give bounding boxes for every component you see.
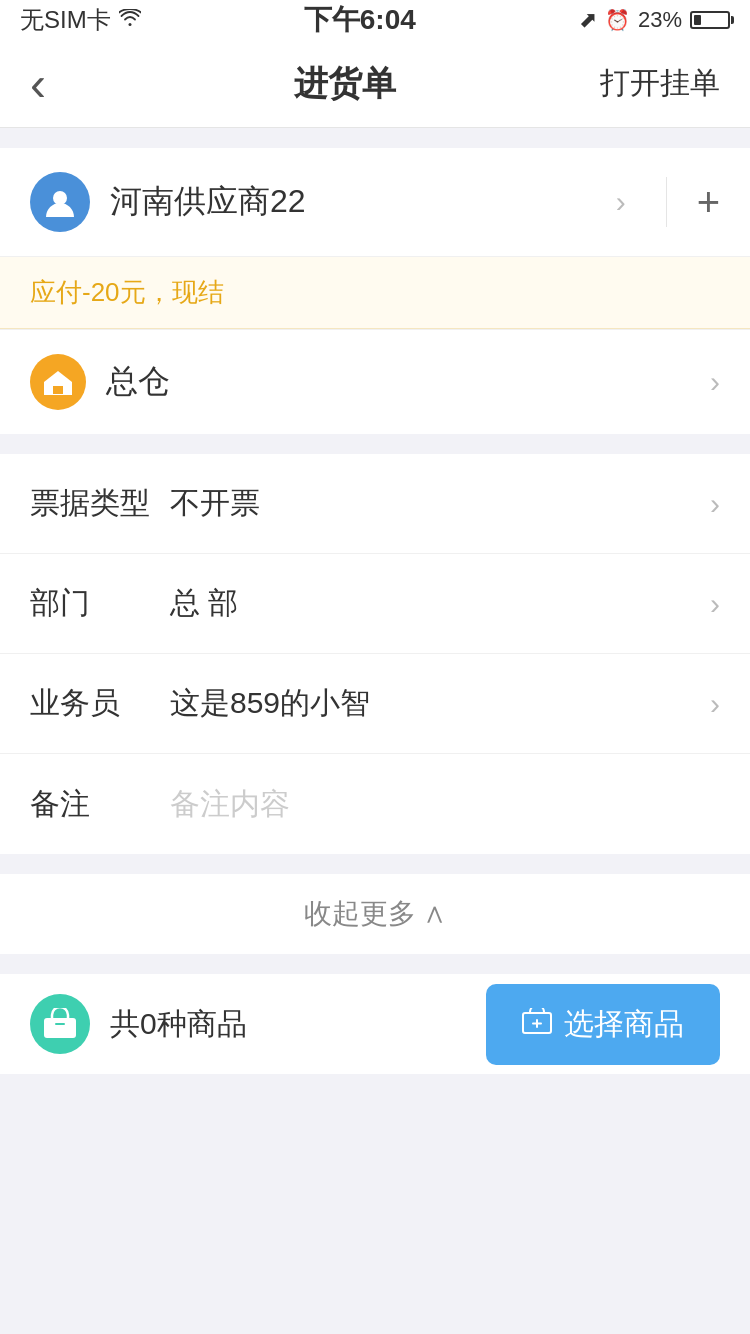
ticket-chevron-icon: › (710, 487, 720, 521)
svg-rect-2 (44, 1018, 76, 1038)
warehouse-icon (30, 354, 86, 410)
svg-rect-1 (53, 386, 63, 394)
department-value: 总 部 (170, 583, 710, 624)
department-chevron-icon: › (710, 587, 720, 621)
battery-percent: 23% (638, 7, 682, 33)
back-button[interactable]: ‹ (30, 56, 90, 111)
warehouse-name: 总仓 (106, 360, 710, 404)
supplier-row[interactable]: 河南供应商22 › + (0, 148, 750, 257)
alarm-icon: ⏰ (605, 8, 630, 32)
carrier-label: 无SIM卡 (20, 4, 111, 36)
status-bar: 无SIM卡 下午6:04 ⬈ ⏰ 23% (0, 0, 750, 40)
department-label: 部门 (30, 583, 170, 624)
note-row[interactable]: 备注 备注内容 (0, 754, 750, 854)
svg-point-0 (53, 191, 67, 205)
select-product-icon (522, 1008, 552, 1041)
add-supplier-button[interactable]: + (697, 180, 720, 225)
wifi-icon (119, 7, 141, 33)
ticket-type-label: 票据类型 (30, 483, 170, 524)
product-icon (30, 994, 90, 1054)
ticket-type-value: 不开票 (170, 483, 710, 524)
collapse-label: 收起更多 ∧ (304, 895, 447, 933)
supplier-name: 河南供应商22 (110, 180, 616, 224)
page-title: 进货单 (294, 61, 396, 107)
warehouse-chevron-icon: › (710, 365, 720, 399)
nav-bar: ‹ 进货单 打开挂单 (0, 40, 750, 128)
notice-bar: 应付-20元，现结 (0, 257, 750, 329)
salesman-chevron-icon: › (710, 687, 720, 721)
warehouse-row[interactable]: 总仓 › (0, 329, 750, 434)
status-right: ⬈ ⏰ 23% (579, 7, 730, 33)
salesman-row[interactable]: 业务员 这是859的小智 › (0, 654, 750, 754)
form-section: 票据类型 不开票 › 部门 总 部 › 业务员 这是859的小智 › 备注 备注… (0, 454, 750, 854)
svg-rect-3 (55, 1023, 65, 1025)
note-label: 备注 (30, 784, 170, 825)
divider-vertical (666, 177, 667, 227)
supplier-section: 河南供应商22 › + 应付-20元，现结 总仓 › (0, 148, 750, 434)
status-left: 无SIM卡 (20, 4, 141, 36)
select-product-button[interactable]: 选择商品 (486, 984, 720, 1065)
separator-1 (0, 128, 750, 148)
salesman-label: 业务员 (30, 683, 170, 724)
department-row[interactable]: 部门 总 部 › (0, 554, 750, 654)
status-time: 下午6:04 (304, 1, 416, 39)
open-pending-button[interactable]: 打开挂单 (600, 63, 720, 104)
collapse-button[interactable]: 收起更多 ∧ (0, 874, 750, 954)
select-product-label: 选择商品 (564, 1004, 684, 1045)
bottom-bar: 共0种商品 选择商品 (0, 974, 750, 1074)
salesman-value: 这是859的小智 (170, 683, 710, 724)
page-background (0, 1074, 750, 1334)
supplier-chevron-icon: › (616, 185, 626, 219)
location-icon: ⬈ (579, 7, 597, 33)
battery-icon (690, 11, 730, 29)
ticket-type-row[interactable]: 票据类型 不开票 › (0, 454, 750, 554)
product-count-label: 共0种商品 (110, 1004, 486, 1045)
supplier-avatar (30, 172, 90, 232)
note-input[interactable]: 备注内容 (170, 784, 720, 825)
notice-text: 应付-20元，现结 (30, 277, 224, 307)
